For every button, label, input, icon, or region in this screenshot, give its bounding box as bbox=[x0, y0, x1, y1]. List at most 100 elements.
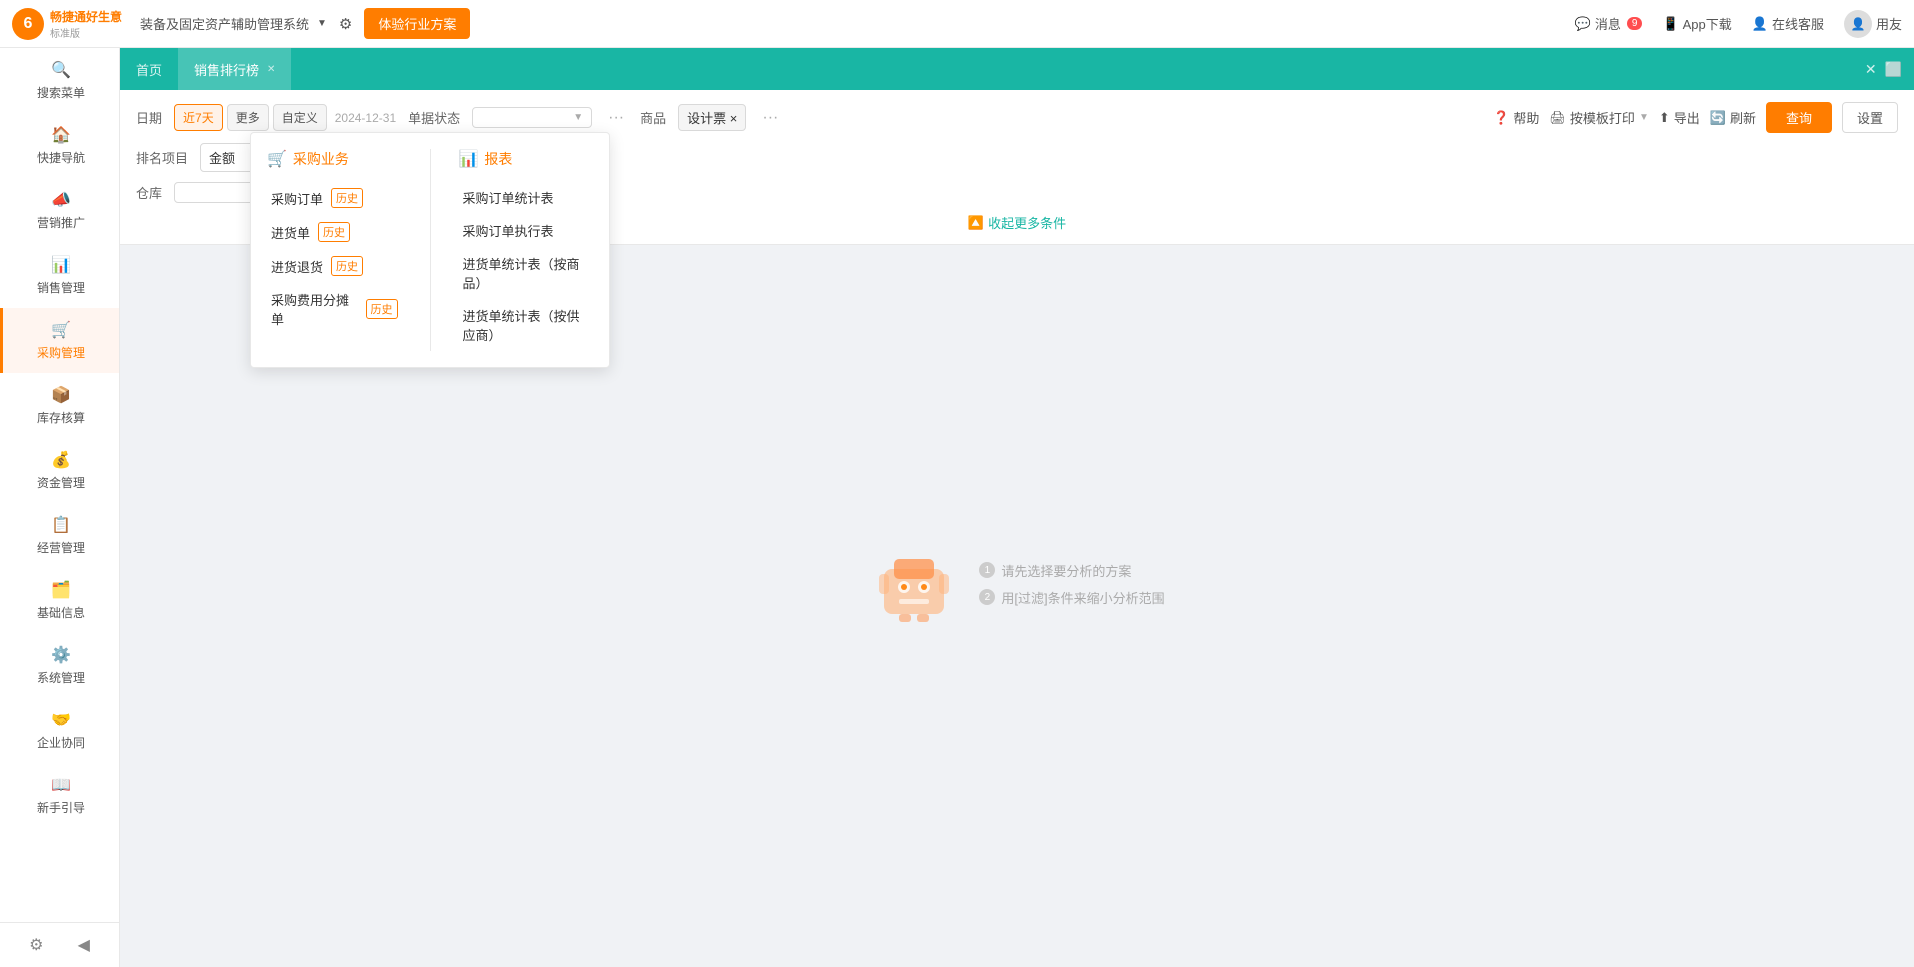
refresh-button[interactable]: 🔄 刷新 bbox=[1710, 108, 1756, 127]
top-bar: 6 畅捷通好生意 标准版 装备及固定资产辅助管理系统 ▼ ⚙ 体验行业方案 💬 … bbox=[0, 0, 1914, 48]
query-button[interactable]: 查询 bbox=[1766, 102, 1832, 133]
tab-close-icon[interactable]: ✕ bbox=[267, 64, 275, 75]
sidebar-item-quicknav[interactable]: 🏠 快捷导航 bbox=[0, 113, 119, 178]
purchase-dropdown-menu[interactable]: 🛒 采购业务 采购订单 历史 进货单 历史 进货退货 bbox=[250, 132, 610, 368]
menu-section-purchase-title: 🛒 采购业务 bbox=[267, 149, 402, 169]
menu-item-report-order-exec[interactable]: 采购订单执行表 bbox=[459, 214, 594, 247]
system-icon: ⚙️ bbox=[51, 645, 71, 665]
tab-close-button[interactable]: ✕ bbox=[1865, 61, 1877, 78]
purchase-section-icon: 🛒 bbox=[267, 149, 287, 169]
export-icon: ⬆ bbox=[1659, 110, 1670, 126]
menu-section-reports-title: 📊 报表 bbox=[459, 149, 594, 169]
tab-home[interactable]: 首页 bbox=[120, 48, 178, 90]
goods-more[interactable]: ··· bbox=[758, 109, 782, 127]
toolbar-row: 日期 近7天 更多 自定义 2024-12-31 单据状态 ▼ ··· bbox=[136, 102, 1898, 133]
history-badge-1: 历史 bbox=[318, 222, 350, 242]
purchase-icon: 🛒 bbox=[51, 320, 71, 340]
message-icon: 💬 bbox=[1575, 16, 1591, 32]
reports-section-icon: 📊 bbox=[459, 149, 479, 169]
content-area: 日期 近7天 更多 自定义 2024-12-31 单据状态 ▼ ··· bbox=[120, 90, 1914, 967]
menu-item-purchase-receipt[interactable]: 进货单 历史 bbox=[267, 215, 402, 249]
message-badge: 9 bbox=[1627, 17, 1643, 30]
sidebar-item-search[interactable]: 🔍 搜索菜单 bbox=[0, 48, 119, 113]
tab-sales-rank[interactable]: 销售排行榜 ✕ bbox=[178, 48, 291, 90]
online-service-button[interactable]: 👤 在线客服 bbox=[1752, 14, 1824, 33]
menu-item-purchase-return[interactable]: 进货退货 历史 bbox=[267, 249, 402, 283]
history-badge-2: 历史 bbox=[331, 256, 363, 276]
menu-section-purchase: 🛒 采购业务 采购订单 历史 进货单 历史 进货退货 bbox=[267, 149, 402, 351]
industry-button[interactable]: 体验行业方案 bbox=[364, 8, 470, 39]
collapse-button[interactable]: 🔼 收起更多条件 bbox=[968, 213, 1066, 232]
main-layout: 🔍 搜索菜单 🏠 快捷导航 📣 营销推广 📊 销售管理 🛒 采购管理 📦 库存核… bbox=[0, 48, 1914, 967]
empty-hints: 1 请先选择要分析的方案 2 用[过滤]条件来缩小分析范围 bbox=[979, 561, 1164, 607]
tab-restore-button[interactable]: ⬜ bbox=[1885, 61, 1902, 78]
menu-item-purchase-expense[interactable]: 采购费用分摊单 历史 bbox=[267, 283, 402, 335]
sidebar-item-system[interactable]: ⚙️ 系统管理 bbox=[0, 633, 119, 698]
date-range: 近7天 更多 自定义 2024-12-31 bbox=[174, 104, 396, 131]
app-download-button[interactable]: 📱 App下载 bbox=[1662, 14, 1731, 33]
doc-status-more[interactable]: ··· bbox=[604, 109, 628, 127]
date-btn-more[interactable]: 更多 bbox=[227, 104, 269, 131]
export-button[interactable]: ⬆ 导出 bbox=[1659, 108, 1700, 127]
date-end-value: 2024-12-31 bbox=[335, 111, 396, 125]
user-menu-button[interactable]: 👤 用友 bbox=[1844, 10, 1902, 38]
sidebar-item-marketing[interactable]: 📣 营销推广 bbox=[0, 178, 119, 243]
service-icon: 👤 bbox=[1752, 16, 1768, 32]
settings-button[interactable]: 设置 bbox=[1842, 102, 1898, 133]
sidebar-item-inventory[interactable]: 📦 库存核算 bbox=[0, 373, 119, 438]
logo-area: 6 畅捷通好生意 标准版 bbox=[12, 8, 132, 40]
inventory-icon: 📦 bbox=[51, 385, 71, 405]
sidebar-collapse-btn[interactable]: ◀ bbox=[78, 935, 90, 955]
goods-tag: 设计票 × bbox=[678, 104, 746, 131]
enterprise-icon: 🤝 bbox=[51, 710, 71, 730]
sidebar-item-operations[interactable]: 📋 经营管理 bbox=[0, 503, 119, 568]
tab-bar-actions: ✕ ⬜ bbox=[1865, 61, 1914, 78]
sidebar-item-basic[interactable]: 🗂️ 基础信息 bbox=[0, 568, 119, 633]
help-button[interactable]: ❓ 帮助 bbox=[1493, 108, 1539, 127]
menu-section-reports: 📊 报表 采购订单统计表 采购订单执行表 进货单统计表（按商品） bbox=[459, 149, 594, 351]
doc-status-label: 单据状态 bbox=[408, 108, 460, 127]
robot-svg bbox=[869, 539, 959, 629]
sidebar-item-purchase[interactable]: 🛒 采购管理 bbox=[0, 308, 119, 373]
menu-item-report-order-stat[interactable]: 采购订单统计表 bbox=[459, 181, 594, 214]
tab-bar: 首页 销售排行榜 ✕ ✕ ⬜ bbox=[120, 48, 1914, 90]
doc-status-select[interactable]: ▼ bbox=[472, 107, 592, 128]
system-title-dropdown[interactable]: ▼ bbox=[317, 18, 327, 29]
sidebar-item-guide[interactable]: 📖 新手引导 bbox=[0, 763, 119, 828]
toolbar-right: ❓ 帮助 🖨 按模板打印 ▼ ⬆ 导出 🔄 bbox=[1493, 102, 1898, 133]
sidebar-item-finance[interactable]: 💰 资金管理 bbox=[0, 438, 119, 503]
date-btn-custom[interactable]: 自定义 bbox=[273, 104, 327, 131]
empty-hint-1: 1 请先选择要分析的方案 bbox=[979, 561, 1164, 580]
menu-item-report-receipt-supplier[interactable]: 进货单统计表（按供应商） bbox=[459, 299, 594, 351]
sidebar-settings-btn[interactable]: ⚙ bbox=[29, 935, 43, 955]
sidebar-bottom: ⚙ ◀ bbox=[0, 922, 119, 967]
main-content: 首页 销售排行榜 ✕ ✕ ⬜ 日期 近7天 更多 bbox=[120, 48, 1914, 967]
marketing-icon: 📣 bbox=[51, 190, 71, 210]
phone-icon: 📱 bbox=[1662, 16, 1678, 32]
search-icon: 🔍 bbox=[51, 60, 71, 80]
sidebar-item-sales[interactable]: 📊 销售管理 bbox=[0, 243, 119, 308]
date-btn-7days[interactable]: 近7天 bbox=[174, 104, 223, 131]
settings-icon[interactable]: ⚙ bbox=[339, 15, 352, 33]
print-button[interactable]: 🖨 按模板打印 ▼ bbox=[1549, 108, 1648, 127]
guide-icon: 📖 bbox=[51, 775, 71, 795]
sales-icon: 📊 bbox=[51, 255, 71, 275]
user-avatar: 👤 bbox=[1844, 10, 1872, 38]
messages-button[interactable]: 💬 消息 9 bbox=[1575, 14, 1643, 33]
hint2-num: 2 bbox=[979, 589, 995, 605]
print-dropdown-icon: ▼ bbox=[1639, 112, 1649, 123]
menu-item-purchase-order[interactable]: 采购订单 历史 bbox=[267, 181, 402, 215]
rank-label: 排名项目 bbox=[136, 148, 188, 167]
sidebar-item-enterprise[interactable]: 🤝 企业协同 bbox=[0, 698, 119, 763]
history-badge-3: 历史 bbox=[366, 299, 398, 319]
empty-content: 1 请先选择要分析的方案 2 用[过滤]条件来缩小分析范围 bbox=[869, 539, 1164, 629]
collapse-icon: 🔼 bbox=[968, 215, 984, 231]
empty-illustration bbox=[869, 539, 959, 629]
logo-icon: 6 bbox=[12, 8, 44, 40]
warehouse-label: 仓库 bbox=[136, 183, 162, 202]
menu-item-report-receipt-goods[interactable]: 进货单统计表（按商品） bbox=[459, 247, 594, 299]
home-icon: 🏠 bbox=[51, 125, 71, 145]
finance-icon: 💰 bbox=[51, 450, 71, 470]
history-badge-0: 历史 bbox=[331, 188, 363, 208]
system-title-area: 装备及固定资产辅助管理系统 ▼ ⚙ bbox=[140, 14, 352, 33]
